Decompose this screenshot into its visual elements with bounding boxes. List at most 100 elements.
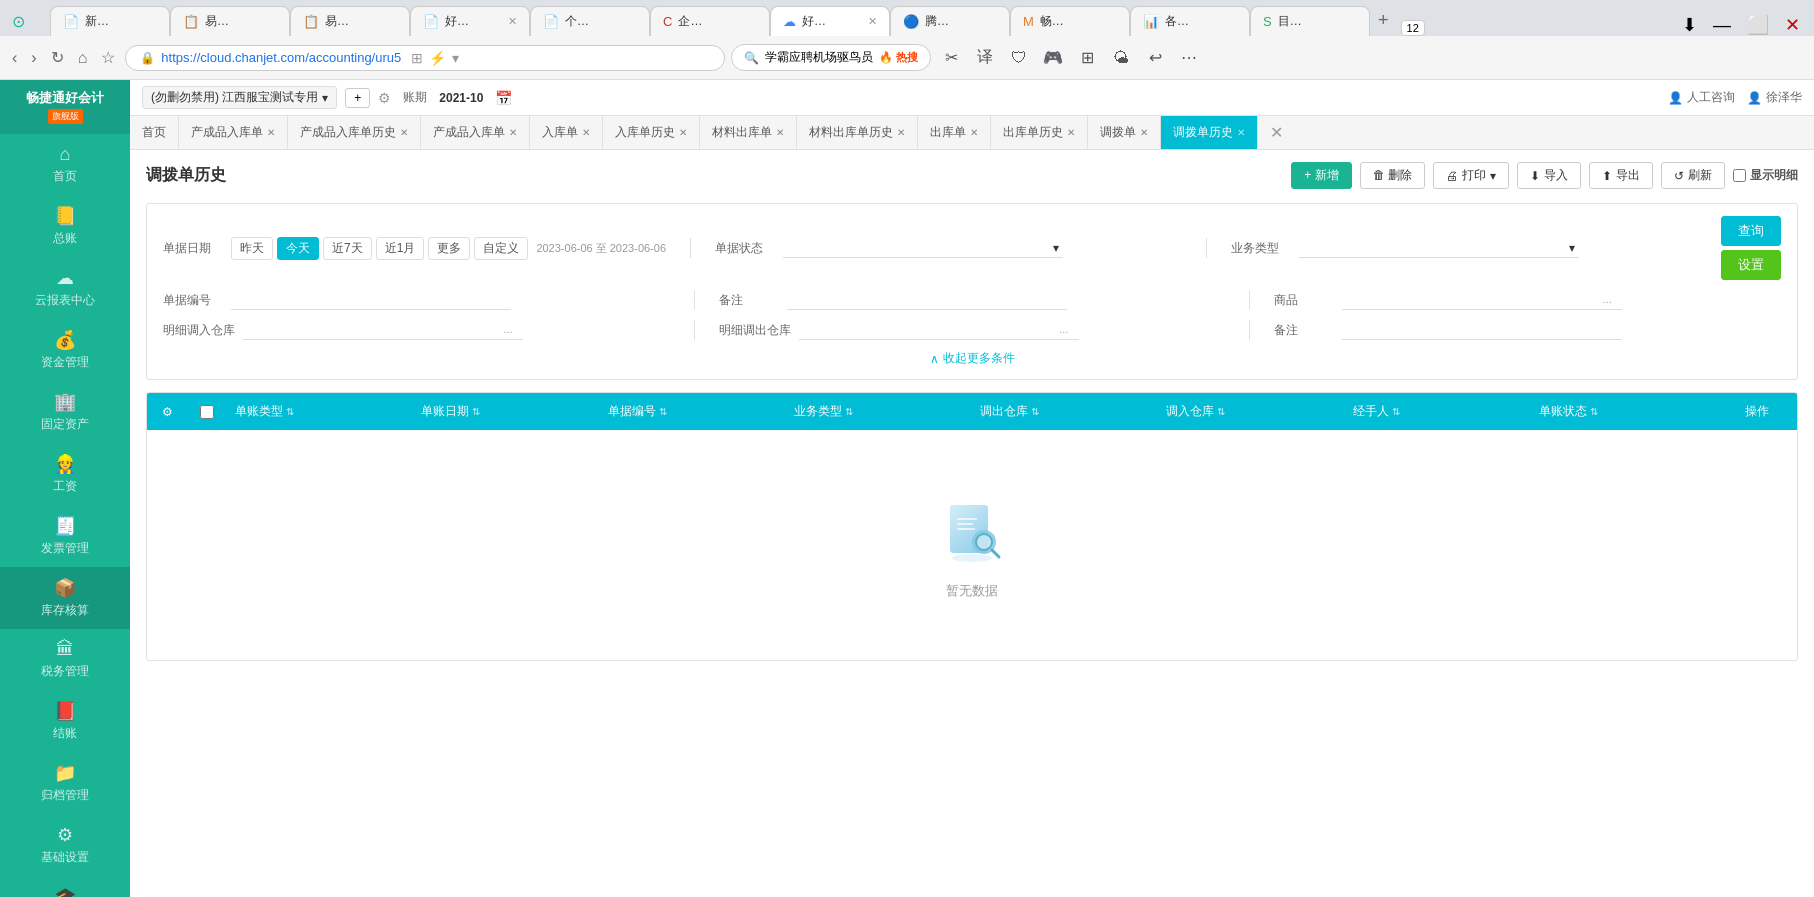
sidebar-item-closing[interactable]: 📕 结账	[0, 690, 130, 752]
company-selector[interactable]: (勿删勿禁用) 江西服宝测试专用 ▾	[142, 86, 337, 109]
sidebar-item-salary[interactable]: 👷 工资	[0, 443, 130, 505]
date-btn-yesterday[interactable]: 昨天	[231, 237, 273, 260]
forward-button[interactable]: ›	[27, 45, 40, 71]
delete-button[interactable]: 🗑 删除	[1360, 162, 1425, 189]
sidebar-item-tax[interactable]: 🏛 税务管理	[0, 629, 130, 690]
date-btn-more[interactable]: 更多	[428, 237, 470, 260]
sidebar-item-inventory[interactable]: 📦 库存核算	[0, 567, 130, 629]
sidebar-item-fixed-assets[interactable]: 🏢 固定资产	[0, 381, 130, 443]
date-btn-custom[interactable]: 自定义	[474, 237, 528, 260]
app-tab-finished-in2-close[interactable]: ✕	[509, 127, 517, 138]
window-minimize-icon[interactable]: —	[1707, 15, 1737, 36]
window-maximize-icon[interactable]: ⬜	[1741, 14, 1775, 36]
select-all-checkbox[interactable]	[200, 405, 214, 419]
browser-undo-icon[interactable]: ↩	[1141, 44, 1169, 72]
th-checkbox[interactable]	[187, 393, 227, 430]
biz-type-select[interactable]: ▾	[1299, 239, 1579, 258]
app-tab-mat-out[interactable]: 材料出库单 ✕	[700, 116, 797, 150]
sidebar-item-ledger[interactable]: 📒 总账	[0, 195, 130, 257]
import-button[interactable]: ⬇ 导入	[1517, 162, 1581, 189]
th-order-type[interactable]: 单账类型 ⇅	[227, 393, 413, 430]
date-btn-1month[interactable]: 近1月	[376, 237, 425, 260]
sidebar-item-fund[interactable]: 💰 资金管理	[0, 319, 130, 381]
detail-in-input[interactable]	[243, 321, 503, 339]
browser-tab-10[interactable]: M 畅…	[1010, 6, 1130, 36]
service-button[interactable]: 👤 人工咨询	[1668, 89, 1735, 106]
new-button[interactable]: + 新增	[1291, 162, 1351, 189]
browser-tab-close-8[interactable]: ✕	[868, 15, 877, 28]
reload-button[interactable]: ↻	[47, 44, 68, 71]
app-tab-mat-out-close[interactable]: ✕	[776, 127, 784, 138]
address-bar-bolt-icon[interactable]: ⚡	[429, 50, 446, 66]
browser-tab-11[interactable]: 📊 各…	[1130, 6, 1250, 36]
address-bar-more-icon[interactable]: ⊞	[411, 50, 423, 66]
top-settings-icon[interactable]: ⚙	[378, 90, 391, 106]
calendar-icon[interactable]: 📅	[495, 90, 512, 106]
browser-menu-icon[interactable]: ⋯	[1175, 44, 1203, 72]
app-tab-in[interactable]: 入库单 ✕	[530, 116, 603, 150]
browser-tab-6[interactable]: 📄 个…	[530, 6, 650, 36]
app-tab-transfer[interactable]: 调拨单 ✕	[1088, 116, 1161, 150]
browser-tab-2[interactable]: 📄 新…	[50, 6, 170, 36]
table-settings-icon[interactable]: ⚙	[162, 405, 173, 419]
app-tab-finished-in2[interactable]: 产成品入库单 ✕	[421, 116, 530, 150]
search-button[interactable]: 查询	[1721, 216, 1781, 246]
sidebar-item-settings[interactable]: ⚙ 基础设置	[0, 814, 130, 876]
refresh-button[interactable]: ↺ 刷新	[1661, 162, 1725, 189]
print-button[interactable]: 🖨 打印 ▾	[1433, 162, 1509, 189]
browser-theme-icon[interactable]: 🌤	[1107, 44, 1135, 72]
app-tab-in-hist-close[interactable]: ✕	[679, 127, 687, 138]
browser-tab-5[interactable]: 📄 好… ✕	[410, 6, 530, 36]
sidebar-item-invoice[interactable]: 🧾 发票管理	[0, 505, 130, 567]
th-status[interactable]: 单账状态 ⇅	[1531, 393, 1717, 430]
app-tab-transfer-hist-close[interactable]: ✕	[1237, 127, 1245, 138]
collapse-button[interactable]: ∧ 收起更多条件	[163, 350, 1781, 367]
th-order-no[interactable]: 单据编号 ⇅	[600, 393, 786, 430]
app-tab-mat-out-hist-close[interactable]: ✕	[897, 127, 905, 138]
th-out-warehouse[interactable]: 调出仓库 ⇅	[972, 393, 1158, 430]
app-tab-finished-in-close[interactable]: ✕	[267, 127, 275, 138]
app-tab-out-close[interactable]: ✕	[970, 127, 978, 138]
browser-tab-12[interactable]: S 目…	[1250, 6, 1370, 36]
th-handler[interactable]: 经手人 ⇅	[1345, 393, 1531, 430]
date-btn-today[interactable]: 今天	[277, 237, 319, 260]
print-dropdown-icon[interactable]: ▾	[1490, 169, 1496, 183]
settings-filter-button[interactable]: 设置	[1721, 250, 1781, 280]
browser-scissors-icon[interactable]: ✂	[937, 44, 965, 72]
app-tab-finished-in-hist[interactable]: 产成品入库单历史 ✕	[288, 116, 421, 150]
app-tab-transfer-hist[interactable]: 调拨单历史 ✕	[1161, 116, 1258, 150]
browser-tab-7[interactable]: C 企…	[650, 6, 770, 36]
new-browser-tab-button[interactable]: +	[1370, 10, 1397, 31]
browser-grid-icon[interactable]: ⊞	[1073, 44, 1101, 72]
app-tab-mat-out-hist[interactable]: 材料出库单历史 ✕	[797, 116, 918, 150]
browser-tab-8[interactable]: ☁ 好… ✕	[770, 6, 890, 36]
app-tab-in-close[interactable]: ✕	[582, 127, 590, 138]
detail-out-more-icon[interactable]: …	[1059, 324, 1069, 335]
sidebar-item-cloud-report[interactable]: ☁ 云报表中心	[0, 257, 130, 319]
window-downloads-icon[interactable]: ⬇	[1676, 14, 1703, 36]
th-biz-type[interactable]: 业务类型 ⇅	[786, 393, 972, 430]
app-tab-finished-in[interactable]: 产成品入库单 ✕	[179, 116, 288, 150]
sidebar-item-archive[interactable]: 📁 归档管理	[0, 752, 130, 814]
browser-shield-icon[interactable]: 🛡	[1005, 44, 1033, 72]
app-tab-out[interactable]: 出库单 ✕	[918, 116, 991, 150]
browser-game-icon[interactable]: 🎮	[1039, 44, 1067, 72]
add-company-button[interactable]: +	[345, 88, 370, 108]
back-button[interactable]: ‹	[8, 45, 21, 71]
th-in-warehouse[interactable]: 调入仓库 ⇅	[1158, 393, 1344, 430]
browser-tab-close-5[interactable]: ✕	[508, 15, 517, 28]
bookmark-button[interactable]: ☆	[97, 44, 119, 71]
browser-translate-icon[interactable]: 译	[971, 44, 999, 72]
th-order-date[interactable]: 单账日期 ⇅	[413, 393, 599, 430]
th-settings[interactable]: ⚙	[147, 393, 187, 430]
date-btn-7days[interactable]: 近7天	[323, 237, 372, 260]
product-more-icon[interactable]: …	[1602, 294, 1612, 305]
sidebar-item-guide[interactable]: 🎓 新手引导	[0, 876, 130, 897]
app-tab-finished-in-hist-close[interactable]: ✕	[400, 127, 408, 138]
app-tab-in-hist[interactable]: 入库单历史 ✕	[603, 116, 700, 150]
browser-search-bar[interactable]: 🔍 学霸应聘机场驱鸟员 🔥 热搜	[731, 44, 931, 71]
note-input[interactable]	[1342, 321, 1622, 340]
detail-in-more-icon[interactable]: …	[503, 324, 513, 335]
display-detail-checkbox[interactable]	[1733, 169, 1746, 182]
app-tab-out-hist-close[interactable]: ✕	[1067, 127, 1075, 138]
